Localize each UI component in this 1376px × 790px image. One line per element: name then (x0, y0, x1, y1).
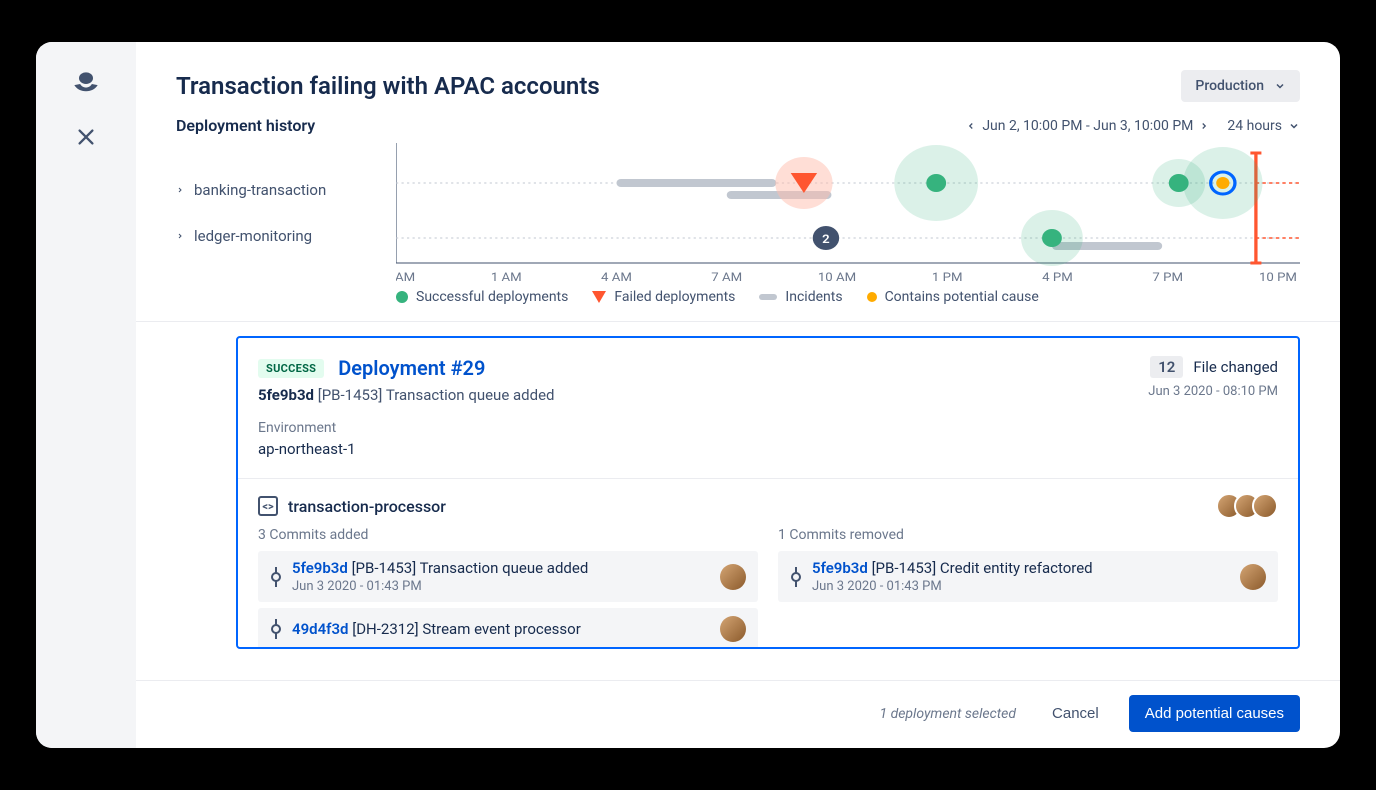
deployment-timestamp: Jun 3 2020 - 08:10 PM (1148, 384, 1278, 399)
failed-triangle-icon (592, 291, 606, 303)
sidebar (36, 42, 136, 748)
svg-text:4 AM: 4 AM (601, 271, 632, 283)
files-changed[interactable]: 12 File changed (1150, 356, 1278, 378)
deployment-title[interactable]: Deployment #29 (338, 356, 485, 380)
commit-row[interactable]: 49d4f3d [DH-2312] Stream event processor (258, 608, 758, 647)
svg-text:2: 2 (822, 233, 830, 247)
selection-count: 1 deployment selected (880, 706, 1017, 722)
commits-removed-label: 1 Commits removed (778, 527, 1278, 543)
chevron-down-icon (1288, 120, 1300, 132)
header: Transaction failing with APAC accounts P… (136, 70, 1340, 102)
svg-text:1 PM: 1 PM (932, 271, 963, 283)
page-title: Transaction failing with APAC accounts (176, 72, 600, 100)
commit-row[interactable]: 5fe9b3d [PB-1453] Credit entity refactor… (778, 551, 1278, 602)
svg-text:10 AM: 10 AM (818, 271, 856, 283)
chart-legend: Successful deployments Failed deployment… (136, 283, 1340, 322)
environment-selector-label: Production (1195, 78, 1264, 94)
environment-label: Environment (258, 420, 1278, 436)
avatar (720, 564, 746, 590)
svg-text:4 PM: 4 PM (1042, 271, 1073, 283)
svg-text:10 AM: 10 AM (396, 271, 415, 283)
service-row-toggle[interactable]: banking-transaction (176, 167, 396, 213)
commits-added-label: 3 Commits added (258, 527, 758, 543)
environment-selector[interactable]: Production (1181, 70, 1300, 102)
date-range[interactable]: Jun 2, 10:00 PM - Jun 3, 10:00 PM (966, 118, 1209, 134)
deployment-timeline-chart: banking-transaction ledger-monitoring (136, 143, 1340, 283)
avatar (720, 616, 746, 642)
add-potential-causes-button[interactable]: Add potential causes (1129, 695, 1300, 732)
chevron-right-icon (176, 185, 184, 195)
commit-node-icon (270, 567, 282, 587)
timeline-svg: 2 10 AM 1 AM 4 AM 7 AM 10 AM 1 PM 4 PM (396, 143, 1300, 283)
environment-value: ap-northeast-1 (258, 440, 1278, 458)
history-header: Deployment history Jun 2, 10:00 PM - Jun… (136, 102, 1340, 135)
range-window-selector[interactable]: 24 hours (1227, 118, 1300, 134)
svg-text:7 PM: 7 PM (1152, 271, 1183, 283)
commit-summary: 5fe9b3d [PB-1453] Transaction queue adde… (258, 386, 555, 404)
deployment-detail-card[interactable]: SUCCESS Deployment #29 5fe9b3d [PB-1453]… (236, 336, 1300, 649)
incident-bar-icon (759, 294, 777, 300)
chevron-right-icon (1199, 121, 1209, 131)
svg-text:10 PM: 10 PM (1259, 271, 1297, 283)
close-icon[interactable] (75, 126, 97, 152)
potential-cause-dot-icon (867, 292, 877, 302)
chevron-left-icon (966, 121, 976, 131)
contributor-avatars[interactable] (1216, 493, 1278, 519)
chevron-right-icon (176, 231, 184, 241)
commit-node-icon (270, 619, 282, 639)
chevron-down-icon (1274, 80, 1286, 92)
svg-text:1 AM: 1 AM (491, 271, 522, 283)
history-label: Deployment history (176, 116, 315, 135)
status-badge: SUCCESS (258, 359, 324, 378)
code-icon: <> (258, 496, 278, 516)
service-row-toggle[interactable]: ledger-monitoring (176, 213, 396, 259)
app-window: Transaction failing with APAC accounts P… (36, 42, 1340, 748)
avatar (1252, 493, 1278, 519)
avatar (1240, 564, 1266, 590)
cancel-button[interactable]: Cancel (1042, 697, 1109, 730)
success-dot-icon (396, 291, 408, 303)
repository-name[interactable]: <> transaction-processor (258, 496, 446, 516)
main-content: Transaction failing with APAC accounts P… (136, 42, 1340, 748)
footer-bar: 1 deployment selected Cancel Add potenti… (136, 680, 1340, 748)
commit-node-icon (790, 567, 802, 587)
svg-text:7 AM: 7 AM (711, 271, 742, 283)
commit-row[interactable]: 5fe9b3d [PB-1453] Transaction queue adde… (258, 551, 758, 602)
opsgenie-logo-icon (72, 70, 100, 102)
